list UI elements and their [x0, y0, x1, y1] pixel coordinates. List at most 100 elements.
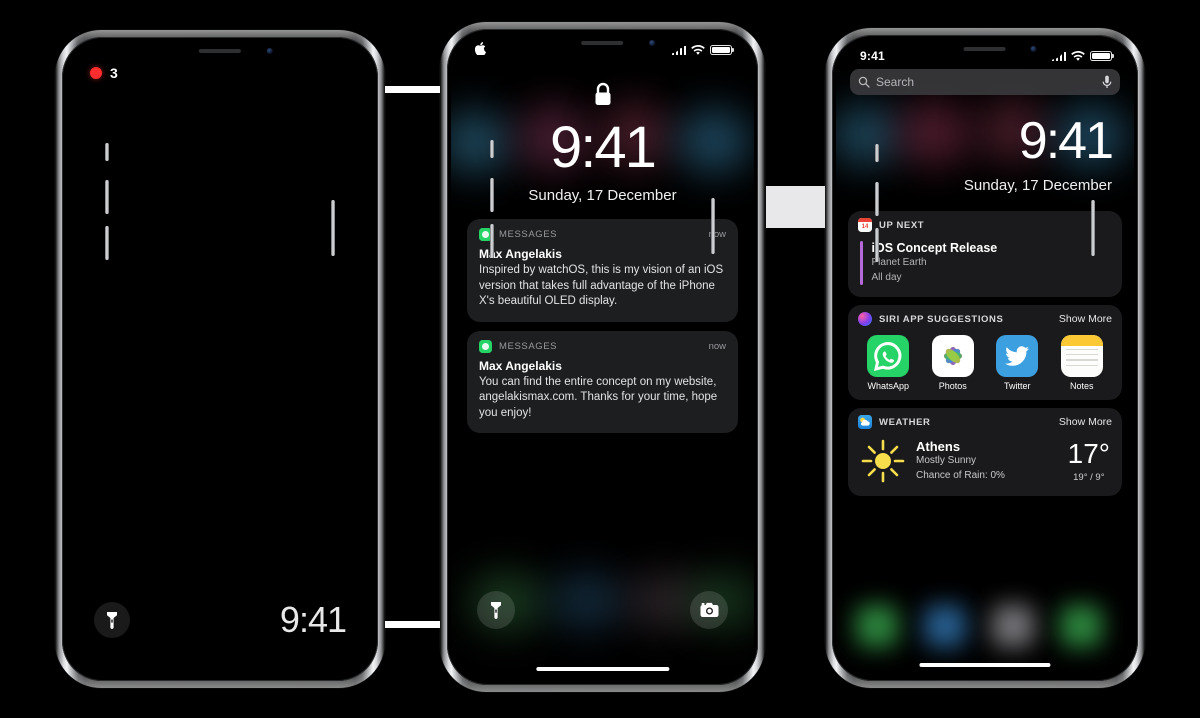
- widget-up-next[interactable]: 14 UP NEXT iOS Concept Release Planet Ea…: [848, 211, 1122, 297]
- phone-sleep-screen: 3 9:41: [55, 30, 385, 688]
- widget-weather[interactable]: WEATHER Show More Athens Mostly Sunny Ch…: [848, 408, 1122, 496]
- app-label: Photos: [938, 381, 967, 391]
- volume-down-button[interactable]: [105, 226, 109, 260]
- widget-siri-suggestions[interactable]: SIRI APP SUGGESTIONS Show More WhatsApp …: [848, 305, 1122, 400]
- sleep-bottom-row: 9:41: [66, 599, 374, 641]
- app-suggestion[interactable]: Twitter: [993, 335, 1041, 391]
- weather-rain-chance: Chance of Rain: 0%: [916, 469, 1005, 481]
- app-suggestion[interactable]: Notes: [1058, 335, 1106, 391]
- home-indicator[interactable]: [535, 666, 670, 671]
- widget-stack: 14 UP NEXT iOS Concept Release Planet Ea…: [848, 211, 1122, 504]
- flashlight-button[interactable]: [477, 591, 515, 629]
- sun-icon: [860, 438, 906, 484]
- weather-content: Athens Mostly Sunny Chance of Rain: 0% 1…: [848, 434, 1122, 496]
- app-label: Notes: [1069, 381, 1094, 391]
- microphone-icon: [1102, 75, 1112, 88]
- app-suggestion-row: WhatsApp Photos Twitter Notes: [848, 331, 1122, 400]
- mute-switch[interactable]: [875, 144, 879, 162]
- earpiece-speaker-icon: [581, 41, 624, 45]
- dock-icon: [1060, 605, 1102, 647]
- weather-app-icon: [858, 415, 872, 429]
- notification-time: now: [708, 340, 726, 352]
- today-clock-block: 9:41 Sunday, 17 December: [836, 115, 1134, 194]
- camera-icon: [700, 602, 718, 617]
- weather-high-low: 19° / 9°: [1073, 471, 1105, 483]
- flashlight-button[interactable]: [94, 602, 130, 638]
- messages-app-icon: [479, 339, 492, 353]
- notification-header: MESSAGES now: [479, 339, 726, 353]
- siri-icon: [858, 312, 872, 326]
- battery-icon: [710, 45, 734, 55]
- search-icon: [858, 76, 870, 88]
- twitter-icon: [996, 335, 1039, 377]
- volume-up-button[interactable]: [490, 178, 494, 212]
- badge-count: 3: [110, 65, 118, 81]
- app-suggestion[interactable]: WhatsApp: [864, 335, 912, 391]
- front-camera-icon: [1030, 46, 1037, 52]
- weather-city: Athens: [916, 439, 961, 454]
- widget-title: SIRI APP SUGGESTIONS: [879, 313, 1004, 325]
- flashlight-icon: [107, 612, 117, 629]
- status-time: 9:41: [860, 49, 885, 63]
- volume-down-button[interactable]: [875, 228, 879, 262]
- notification-title: Max Angelakis: [479, 247, 562, 261]
- dock-icon: [924, 605, 966, 647]
- notch: [904, 39, 1066, 60]
- apple-logo-icon: [474, 42, 486, 58]
- event-accent-bar: [860, 241, 863, 285]
- front-camera-icon: [648, 40, 655, 46]
- calendar-day: 14: [861, 224, 869, 230]
- event-location: Planet Earth: [871, 257, 927, 268]
- screen-today[interactable]: 9:41 Search 9:41 Sunday, 17 December 14 …: [836, 39, 1134, 677]
- dock-icon: [856, 605, 898, 647]
- notification-title: Max Angelakis: [479, 358, 562, 373]
- notification-list: MESSAGES now Max Angelakis Inspired by w…: [467, 219, 738, 442]
- event-time: All day: [871, 272, 902, 283]
- screen-lock[interactable]: 9:41 Sunday, 17 December MESSAGES now Ma…: [451, 33, 754, 681]
- screen-sleep[interactable]: 3 9:41: [66, 41, 374, 677]
- volume-up-button[interactable]: [875, 182, 879, 216]
- phone-today-view: 9:41 Search 9:41 Sunday, 17 December 14 …: [825, 28, 1145, 688]
- app-suggestion[interactable]: Photos: [929, 335, 977, 391]
- flashlight-icon: [491, 602, 501, 619]
- mute-switch[interactable]: [490, 140, 494, 158]
- earpiece-speaker-icon: [964, 47, 1006, 51]
- notification-header: MESSAGES now: [479, 228, 726, 241]
- app-label: Twitter: [1003, 381, 1031, 391]
- weather-current-temp: 17°: [1067, 437, 1110, 469]
- lock-clock: 9:41: [550, 115, 657, 180]
- home-indicator[interactable]: [919, 662, 1051, 667]
- lock-clock-block: 9:41 Sunday, 17 December: [451, 115, 754, 205]
- dock-icon: [992, 605, 1034, 647]
- power-button[interactable]: [331, 200, 335, 256]
- earpiece-speaker-icon: [199, 49, 241, 53]
- widget-header: SIRI APP SUGGESTIONS Show More: [848, 305, 1122, 331]
- show-more-button[interactable]: Show More: [1059, 313, 1112, 325]
- phone-lock-screen: 9:41 Sunday, 17 December MESSAGES now Ma…: [440, 22, 765, 692]
- power-button[interactable]: [1091, 200, 1095, 256]
- notes-icon: [1060, 335, 1103, 377]
- calendar-event[interactable]: iOS Concept Release Planet Earth All day: [848, 237, 1122, 297]
- battery-icon: [1090, 51, 1114, 61]
- volume-up-button[interactable]: [105, 180, 109, 214]
- widget-title: WEATHER: [879, 416, 931, 428]
- app-label: WhatsApp: [867, 381, 910, 391]
- search-input[interactable]: Search: [876, 75, 1096, 89]
- volume-down-button[interactable]: [490, 224, 494, 258]
- mute-switch[interactable]: [105, 143, 109, 161]
- lock-date: Sunday, 17 December: [528, 187, 677, 204]
- weather-text-block: Athens Mostly Sunny Chance of Rain: 0%: [916, 439, 1005, 483]
- notification-card[interactable]: MESSAGES now Max Angelakis Inspired by w…: [467, 219, 738, 322]
- wifi-icon: [1071, 50, 1085, 61]
- search-bar[interactable]: Search: [850, 69, 1120, 95]
- notification-card[interactable]: MESSAGES now Max Angelakis You can find …: [467, 330, 738, 434]
- event-title: iOS Concept Release: [871, 241, 998, 255]
- widget-title: UP NEXT: [879, 219, 925, 231]
- weather-condition: Mostly Sunny: [916, 455, 977, 466]
- power-button[interactable]: [711, 198, 715, 254]
- notification-app-name: MESSAGES: [499, 229, 558, 240]
- lock-icon: [592, 81, 614, 114]
- camera-button[interactable]: [690, 591, 728, 629]
- show-more-button[interactable]: Show More: [1059, 416, 1112, 428]
- widget-header: 14 UP NEXT: [848, 211, 1122, 237]
